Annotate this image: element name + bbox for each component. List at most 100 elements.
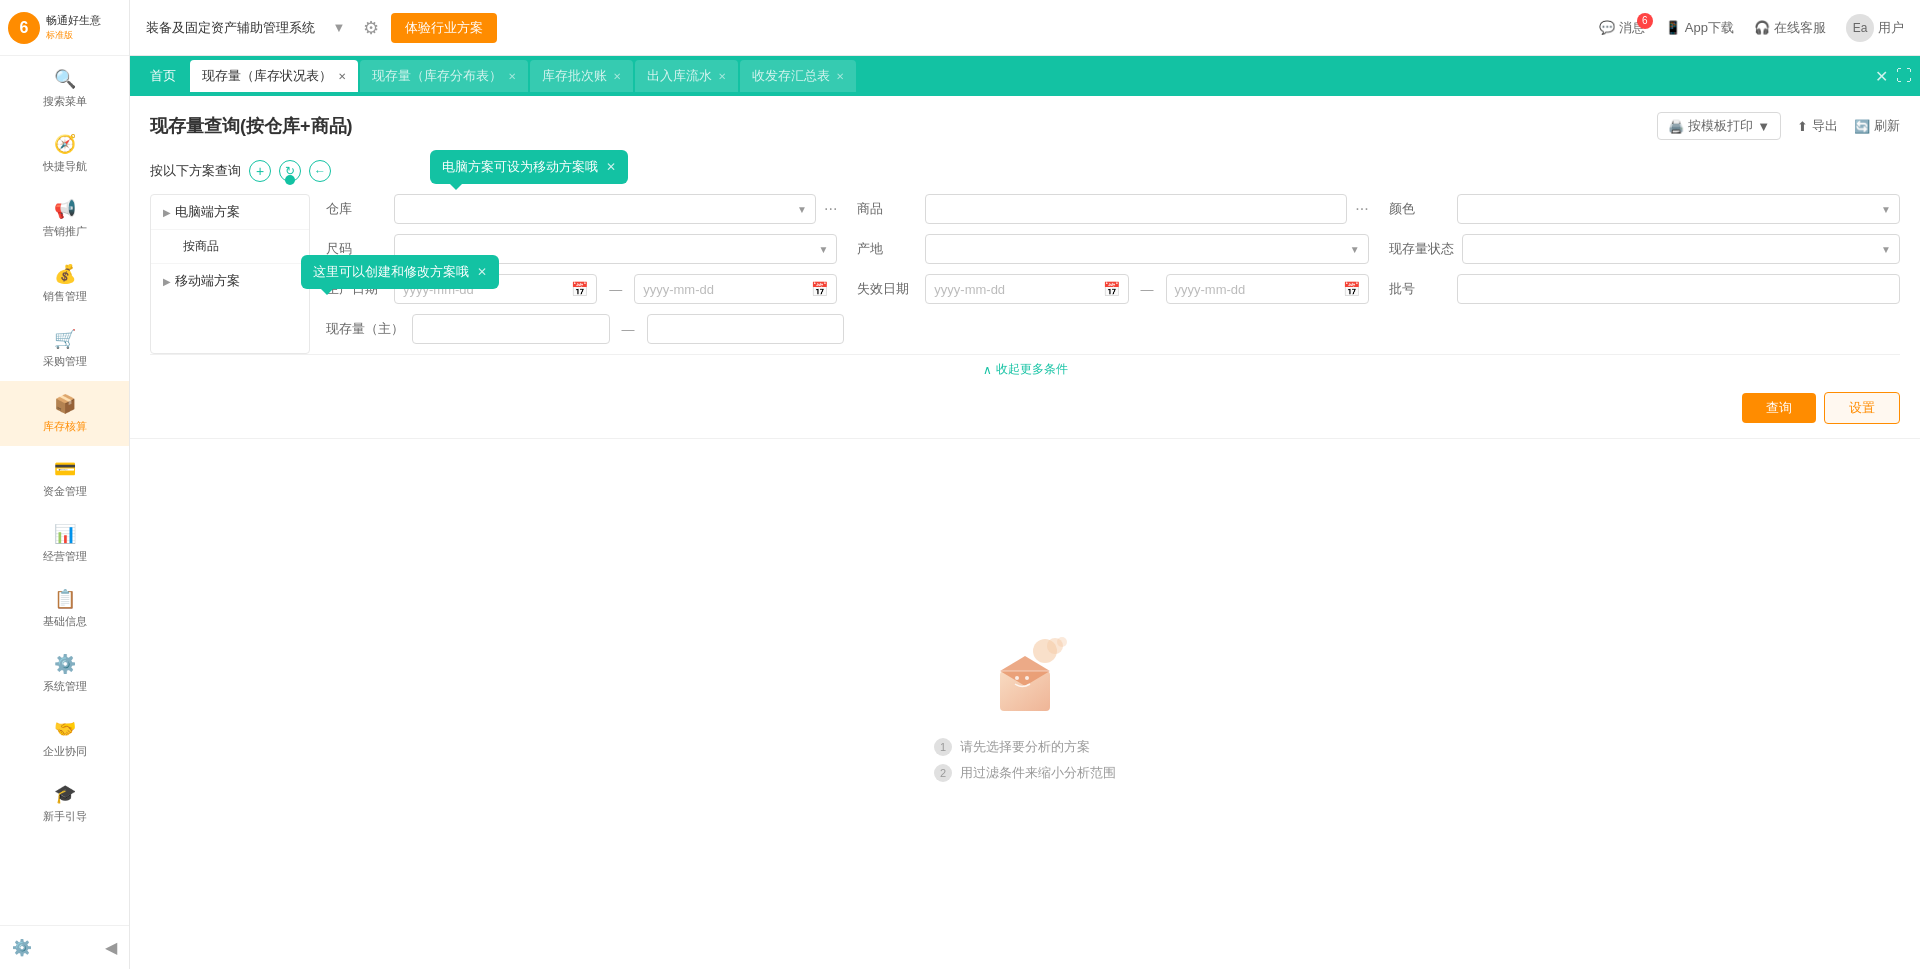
svg-point-6 <box>1015 676 1019 680</box>
tab-inventory-dist[interactable]: 现存量（库存分布表） ✕ <box>360 60 528 92</box>
filter-back-btn[interactable]: ← <box>309 160 331 182</box>
export-btn[interactable]: ⬆ 导出 <box>1797 117 1838 135</box>
batch-input[interactable] <box>1457 274 1900 304</box>
print-icon: 🖨️ <box>1668 119 1684 134</box>
tab-close-inout-flow[interactable]: ✕ <box>718 71 726 82</box>
warehouse-dots[interactable]: ··· <box>824 200 837 218</box>
sidebar-logo: 6 畅通好生意 标准版 <box>0 0 129 56</box>
tooltip2-close[interactable]: ✕ <box>477 265 487 279</box>
collapse-label: 收起更多条件 <box>996 361 1068 378</box>
tab-inout-flow[interactable]: 出入库流水 ✕ <box>635 60 738 92</box>
sidebar-item-system[interactable]: ⚙️ 系统管理 <box>0 641 129 706</box>
guide-icon: 🧭 <box>54 133 76 155</box>
filter-refresh-btn[interactable]: ↻ <box>279 160 301 182</box>
sidebar-item-operations[interactable]: 📊 经营管理 <box>0 511 129 576</box>
system-dropdown[interactable]: ▼ <box>327 16 351 40</box>
filter-color: 颜色 ▼ <box>1389 194 1900 224</box>
service-icon: 🎧 <box>1754 20 1770 35</box>
print-label: 按模板打印 <box>1688 117 1753 135</box>
tooltip2-text: 这里可以创建和修改方案哦 <box>313 263 469 281</box>
scheme-tree-mobile[interactable]: ▶ 移动端方案 <box>151 263 309 298</box>
sidebar-item-enterprise[interactable]: 🤝 企业协同 <box>0 706 129 771</box>
filter-row-4: 现存量（主） — <box>326 314 1900 344</box>
tab-receive-summary[interactable]: 收发存汇总表 ✕ <box>740 60 856 92</box>
warehouse-select[interactable]: ▼ <box>394 194 816 224</box>
sidebar-item-search[interactable]: 🔍 搜索菜单 <box>0 56 129 121</box>
inv-amount-label: 现存量（主） <box>326 320 404 338</box>
tab-close-inventory-status[interactable]: ✕ <box>338 71 346 82</box>
print-btn[interactable]: 🖨️ 按模板打印 ▼ <box>1657 112 1781 140</box>
purchase-icon: 🛒 <box>54 328 76 350</box>
tab-receive-summary-label: 收发存汇总表 <box>752 67 830 85</box>
tab-close-all-icon[interactable]: ✕ <box>1875 67 1888 86</box>
sidebar-label-marketing: 营销推广 <box>43 224 87 239</box>
exp-date-start-icon: 📅 <box>1103 281 1120 297</box>
origin-select[interactable]: ▼ <box>925 234 1368 264</box>
inv-status-arrow: ▼ <box>1881 244 1891 255</box>
tab-home[interactable]: 首页 <box>138 60 188 92</box>
tab-inventory-status[interactable]: 现存量（库存状况表） ✕ <box>190 60 358 92</box>
tab-maximize-icon[interactable]: ⛶ <box>1896 67 1912 86</box>
exp-date-end-icon: 📅 <box>1343 281 1360 297</box>
tooltip1-close[interactable]: ✕ <box>606 160 616 174</box>
sidebar-item-sales[interactable]: 💰 销售管理 <box>0 251 129 316</box>
create-scheme-tooltip: 这里可以创建和修改方案哦 ✕ <box>301 255 499 289</box>
refresh-btn[interactable]: 🔄 刷新 <box>1854 117 1900 135</box>
tab-close-batch-account[interactable]: ✕ <box>613 71 621 82</box>
sidebar-label-purchase: 采购管理 <box>43 354 87 369</box>
filter-add-btn[interactable]: + <box>249 160 271 182</box>
scheme-mobile-label: 移动端方案 <box>175 272 240 290</box>
newbie-icon: 🎓 <box>54 783 76 805</box>
color-select[interactable]: ▼ <box>1457 194 1900 224</box>
sidebar-item-basic[interactable]: 📋 基础信息 <box>0 576 129 641</box>
collapse-bar[interactable]: ∧ 收起更多条件 <box>150 354 1900 384</box>
reset-btn[interactable]: 设置 <box>1824 392 1900 424</box>
app-download-btn[interactable]: 📱 App下载 <box>1665 19 1734 37</box>
exp-date-end[interactable]: yyyy-mm-dd 📅 <box>1166 274 1369 304</box>
origin-label: 产地 <box>857 240 917 258</box>
sidebar-item-guide[interactable]: 🧭 快捷导航 <box>0 121 129 186</box>
sidebar-item-finance[interactable]: 💳 资金管理 <box>0 446 129 511</box>
tab-close-inventory-dist[interactable]: ✕ <box>508 71 516 82</box>
product-input[interactable] <box>925 194 1347 224</box>
industry-btn[interactable]: 体验行业方案 <box>391 13 497 43</box>
sidebar-label-system: 系统管理 <box>43 679 87 694</box>
page-header: 现存量查询(按仓库+商品) 🖨️ 按模板打印 ▼ ⬆ 导出 🔄 刷新 <box>130 96 1920 150</box>
filter-header: 按以下方案查询 + ↻ ← 电脑方案可设为移动方案哦 ✕ <box>150 160 1900 182</box>
basic-icon: 📋 <box>54 588 76 610</box>
inventory-icon: 📦 <box>54 393 76 415</box>
exp-date-start[interactable]: yyyy-mm-dd 📅 <box>925 274 1128 304</box>
tab-close-receive-summary[interactable]: ✕ <box>836 71 844 82</box>
query-btn[interactable]: 查询 <box>1742 393 1816 423</box>
settings-footer-icon[interactable]: ⚙️ <box>12 938 32 957</box>
empty-tips: 1 请先选择要分析的方案 2 用过滤条件来缩小分析范围 <box>934 738 1116 782</box>
batch-label: 批号 <box>1389 280 1449 298</box>
inv-status-select[interactable]: ▼ <box>1462 234 1900 264</box>
collapse-arrow-up: ∧ <box>983 363 992 377</box>
tab-batch-account[interactable]: 库存批次账 ✕ <box>530 60 633 92</box>
topbar-settings-icon[interactable]: ⚙ <box>363 17 379 39</box>
sidebar-item-inventory[interactable]: 📦 库存核算 <box>0 381 129 446</box>
prod-date-end[interactable]: yyyy-mm-dd 📅 <box>634 274 837 304</box>
scheme-tree-desktop[interactable]: ▶ 电脑端方案 <box>151 195 309 229</box>
tip-num-1: 1 <box>934 738 952 756</box>
message-badge: 6 <box>1637 13 1653 29</box>
user-label: 用户 <box>1878 19 1904 37</box>
sidebar-label-basic: 基础信息 <box>43 614 87 629</box>
inv-amount-start[interactable] <box>412 314 610 344</box>
online-service-btn[interactable]: 🎧 在线客服 <box>1754 19 1826 37</box>
top-bar: 装备及固定资产辅助管理系统 ▼ ⚙ 体验行业方案 💬 消息 6 📱 App下载 … <box>130 0 1920 56</box>
marketing-icon: 📢 <box>54 198 76 220</box>
collapse-sidebar-icon[interactable]: ◀ <box>105 938 117 957</box>
sidebar-item-newbie[interactable]: 🎓 新手引导 <box>0 771 129 836</box>
warehouse-label: 仓库 <box>326 200 386 218</box>
product-label: 商品 <box>857 200 917 218</box>
tab-bar: 首页 现存量（库存状况表） ✕ 现存量（库存分布表） ✕ 库存批次账 ✕ 出入库… <box>130 56 1920 96</box>
inv-amount-end[interactable] <box>647 314 845 344</box>
product-dots[interactable]: ··· <box>1355 200 1368 218</box>
message-btn[interactable]: 💬 消息 6 <box>1599 19 1645 37</box>
user-btn[interactable]: Ea 用户 <box>1846 14 1904 42</box>
sidebar-item-purchase[interactable]: 🛒 采购管理 <box>0 316 129 381</box>
scheme-sub-item1[interactable]: 按商品 <box>175 234 309 259</box>
sidebar-item-marketing[interactable]: 📢 营销推广 <box>0 186 129 251</box>
